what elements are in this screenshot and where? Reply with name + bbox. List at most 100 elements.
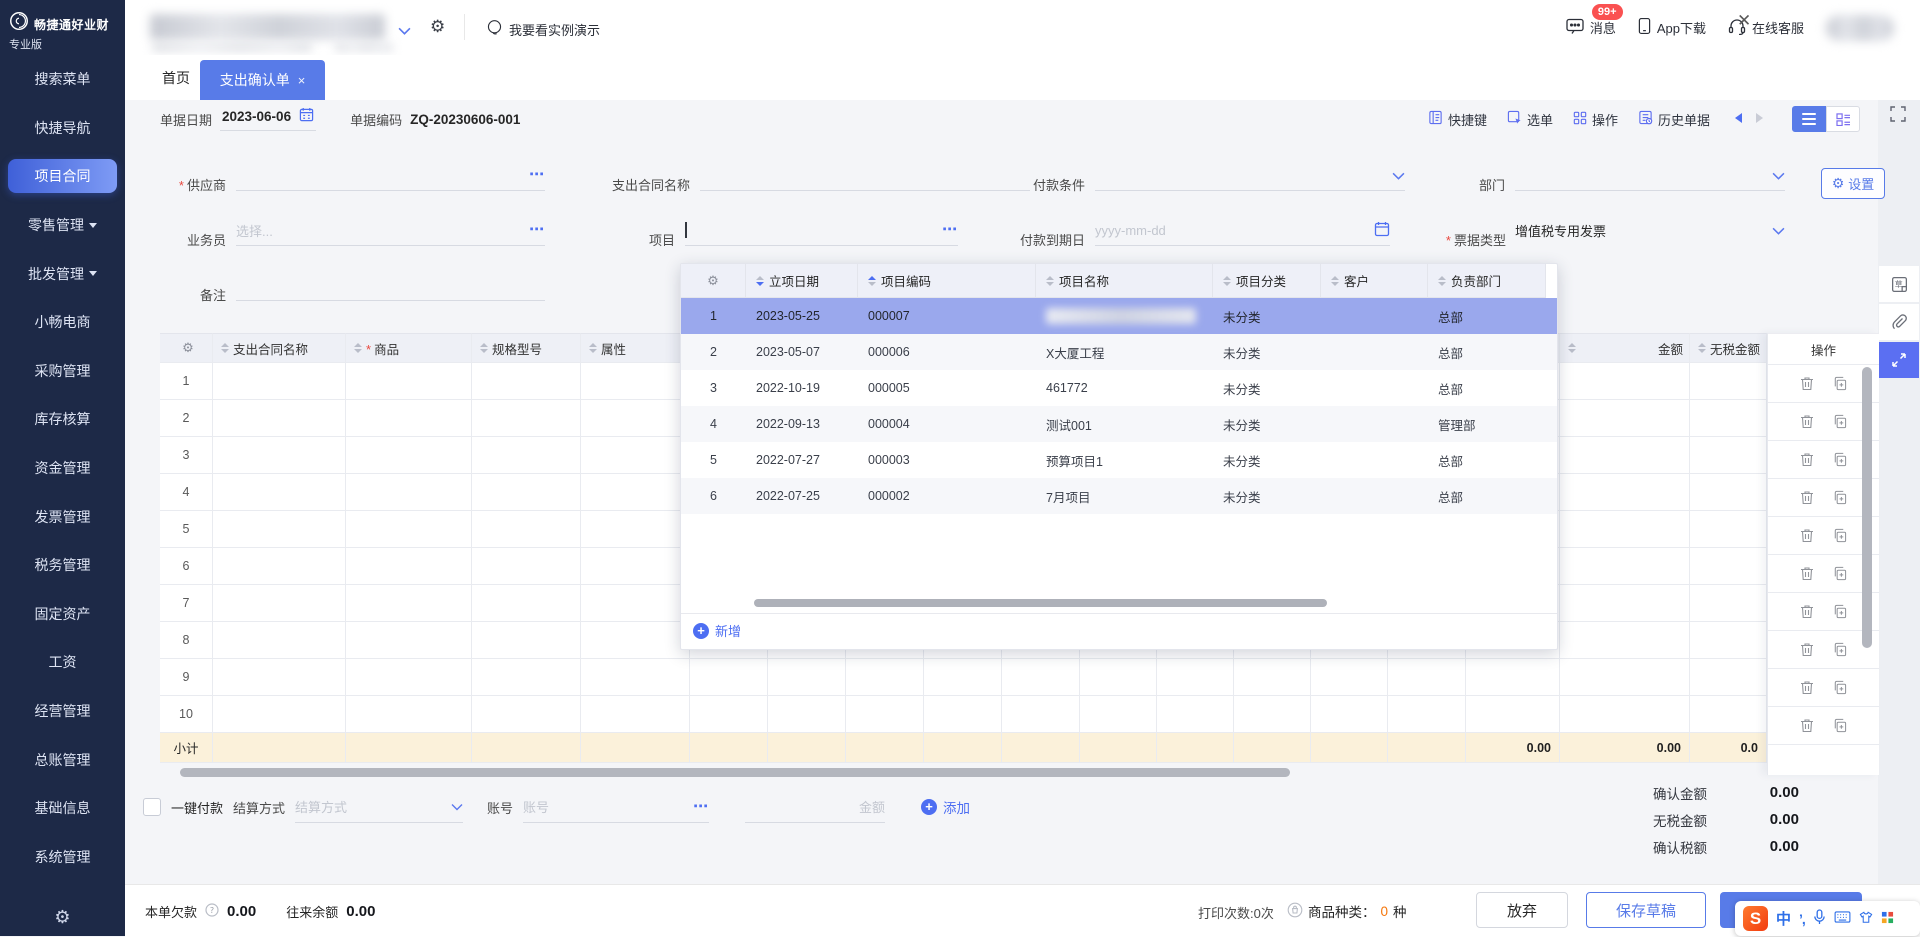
sidebar-item-零售管理[interactable]: 零售管理: [0, 201, 125, 250]
delete-row-icon[interactable]: [1800, 718, 1814, 733]
grid-cell[interactable]: [472, 400, 581, 437]
grid-cell[interactable]: [472, 696, 581, 733]
supplier-picker-icon[interactable]: ⋯: [529, 167, 545, 182]
grid-cell[interactable]: [1690, 400, 1767, 437]
popup-col-项目名称[interactable]: 项目名称: [1036, 264, 1213, 298]
grid-cell[interactable]: [581, 511, 690, 548]
shortcut-keys-button[interactable]: 快捷键: [1428, 110, 1487, 129]
sidebar-item-总账管理[interactable]: 总账管理: [0, 735, 125, 784]
grid-cell[interactable]: [581, 659, 690, 696]
sort-icons[interactable]: [1331, 275, 1339, 286]
delete-row-icon[interactable]: [1800, 376, 1814, 391]
messages-button[interactable]: 消息 99+: [1566, 3, 1623, 38]
grid-cell[interactable]: [1560, 659, 1690, 696]
project-field[interactable]: ⋯: [685, 215, 958, 246]
grid-col-商品[interactable]: * 商品: [346, 333, 472, 363]
copy-row-icon[interactable]: [1832, 376, 1847, 391]
chevron-down-icon[interactable]: [451, 799, 463, 814]
grid-cell[interactable]: [581, 585, 690, 622]
grid-cell[interactable]: [690, 659, 768, 696]
grid-row[interactable]: 9: [160, 659, 1878, 696]
attachment-paperclip-button[interactable]: [1879, 304, 1919, 340]
app-download-button[interactable]: App下载: [1638, 17, 1706, 38]
popup-col-项目编码[interactable]: 项目编码: [858, 264, 1036, 298]
sidebar-item-项目合同[interactable]: 项目合同: [0, 152, 125, 201]
grid-cell[interactable]: [768, 659, 846, 696]
chevron-down-icon[interactable]: [1392, 168, 1405, 183]
grid-cell[interactable]: [690, 696, 768, 733]
ime-punctuation-icon[interactable]: ’,: [1799, 911, 1806, 927]
sidebar-settings-gear-icon[interactable]: ⚙: [0, 907, 125, 928]
grid-cell[interactable]: [346, 548, 472, 585]
grid-cell[interactable]: [1560, 363, 1690, 400]
select-doc-button[interactable]: 选单: [1507, 110, 1553, 129]
add-payment-button[interactable]: + 添加: [921, 797, 970, 817]
due-date-field[interactable]: yyyy-mm-dd: [1095, 215, 1390, 246]
grid-cell[interactable]: [1690, 585, 1767, 622]
grid-cell[interactable]: [472, 363, 581, 400]
draft-note-button[interactable]: 草: [1879, 266, 1919, 302]
grid-cell[interactable]: [213, 585, 346, 622]
salesman-picker-icon[interactable]: ⋯: [529, 222, 545, 237]
grid-cell[interactable]: [213, 474, 346, 511]
copy-row-icon[interactable]: [1832, 528, 1847, 543]
amount-field[interactable]: 金额: [745, 792, 886, 823]
sidebar-item-税务管理[interactable]: 税务管理: [0, 541, 125, 590]
ime-skin-icon[interactable]: [1859, 910, 1873, 927]
grid-cell[interactable]: [346, 659, 472, 696]
copy-row-icon[interactable]: [1832, 604, 1847, 619]
calendar-icon[interactable]: [299, 107, 314, 125]
grid-cell[interactable]: [472, 659, 581, 696]
grid-cell[interactable]: [581, 437, 690, 474]
grid-cell[interactable]: [1157, 696, 1234, 733]
grid-cell[interactable]: [213, 622, 346, 659]
grid-cell[interactable]: [1560, 548, 1690, 585]
copy-row-icon[interactable]: [1832, 566, 1847, 581]
grid-cell[interactable]: [213, 511, 346, 548]
ime-logo-icon[interactable]: S: [1743, 906, 1768, 931]
ime-lang-indicator[interactable]: 中: [1776, 908, 1791, 929]
grid-col-金额[interactable]: 金额: [1560, 333, 1690, 363]
sidebar-item-批发管理[interactable]: 批发管理: [0, 249, 125, 298]
sort-icons[interactable]: [1698, 343, 1706, 353]
supplier-field[interactable]: ⋯: [236, 160, 545, 191]
department-select[interactable]: [1515, 160, 1785, 191]
copy-row-icon[interactable]: [1832, 414, 1847, 429]
grid-cell[interactable]: [346, 437, 472, 474]
close-page-icon[interactable]: ✕: [1737, 11, 1751, 31]
company-chevron-down-icon[interactable]: [398, 23, 411, 38]
popup-col-负责部门[interactable]: 负责部门: [1428, 264, 1546, 298]
grid-cell[interactable]: [213, 659, 346, 696]
popup-project-row[interactable]: 5 2022-07-27 000003 预算项目1 未分类 总部: [681, 442, 1557, 478]
popup-project-row[interactable]: 4 2022-09-13 000004 测试001 未分类 管理部: [681, 406, 1557, 442]
grid-cell[interactable]: [213, 400, 346, 437]
grid-cell[interactable]: [581, 622, 690, 659]
sort-icons[interactable]: [354, 343, 362, 353]
copy-row-icon[interactable]: [1832, 452, 1847, 467]
copy-row-icon[interactable]: [1832, 718, 1847, 733]
sidebar-item-采购管理[interactable]: 采购管理: [0, 347, 125, 396]
pay-terms-select[interactable]: [1095, 160, 1405, 191]
settle-method-select[interactable]: 结算方式: [295, 792, 464, 823]
tab-home[interactable]: 首页: [150, 55, 202, 100]
grid-cell[interactable]: [581, 696, 690, 733]
grid-cell[interactable]: [581, 548, 690, 585]
account-picker-icon[interactable]: ⋯: [693, 799, 709, 814]
popup-add-new-button[interactable]: + 新增: [693, 621, 741, 640]
sidebar-item-发票管理[interactable]: 发票管理: [0, 492, 125, 541]
grid-cell[interactable]: [1002, 696, 1080, 733]
grid-cell[interactable]: [346, 585, 472, 622]
grid-cell[interactable]: [1388, 659, 1466, 696]
tab-close-icon[interactable]: ×: [298, 73, 306, 88]
history-docs-button[interactable]: 历史单据: [1638, 110, 1710, 129]
grid-cell[interactable]: [1690, 363, 1767, 400]
settings-button[interactable]: ⚙ 设置: [1821, 168, 1885, 199]
question-circle-icon[interactable]: ?: [205, 902, 219, 920]
grid-cell[interactable]: [472, 548, 581, 585]
grid-cell[interactable]: [1560, 400, 1690, 437]
grid-cell[interactable]: [472, 622, 581, 659]
popup-col-项目分类[interactable]: 项目分类: [1213, 264, 1321, 298]
card-view-toggle[interactable]: [1826, 106, 1860, 132]
grid-cell[interactable]: [1560, 622, 1690, 659]
grid-cell[interactable]: [1560, 696, 1690, 733]
